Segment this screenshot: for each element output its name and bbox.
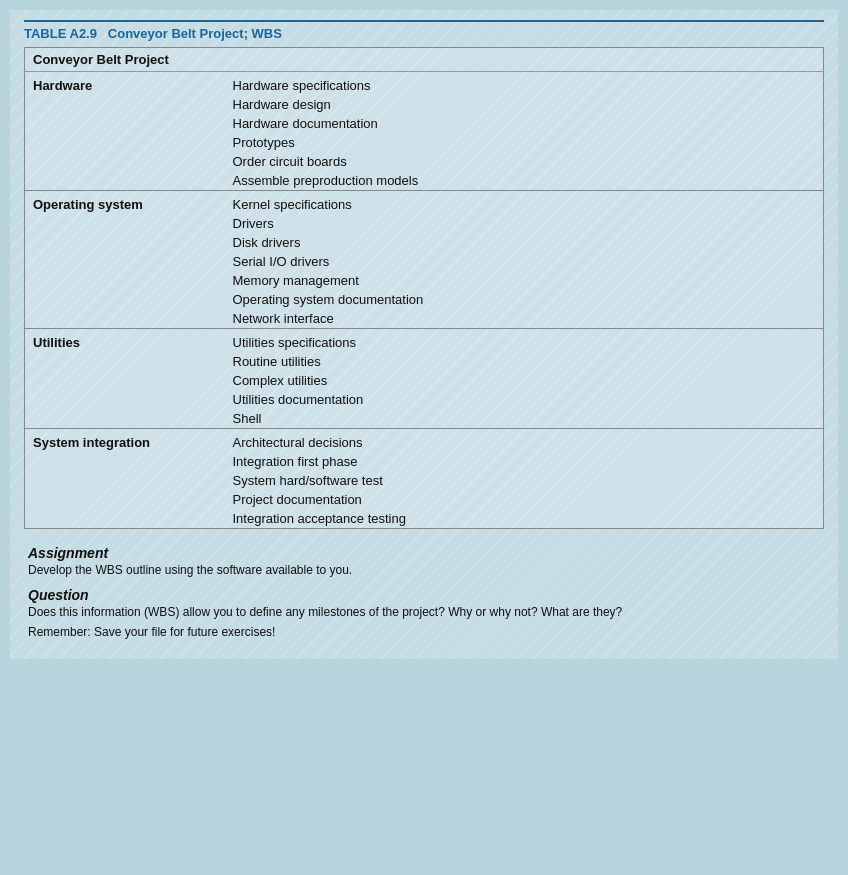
category-cell [25,214,225,233]
table-id: TABLE A2.9 [24,26,97,41]
table-row: Prototypes [25,133,824,152]
category-cell [25,509,225,529]
item-cell: Serial I/O drivers [225,252,824,271]
category-cell: Hardware [25,72,225,95]
table-row: Routine utilities [25,352,824,371]
item-cell: Memory management [225,271,824,290]
table-row: Order circuit boards [25,152,824,171]
category-cell [25,390,225,409]
table-row: HardwareHardware specifications [25,72,824,95]
category-cell [25,95,225,114]
category-cell [25,290,225,309]
category-cell [25,409,225,429]
item-cell: Prototypes [225,133,824,152]
item-cell: System hard/software test [225,471,824,490]
page-container: TABLE A2.9 Conveyor Belt Project; WBS Co… [10,10,838,659]
table-row: Assemble preproduction models [25,171,824,191]
category-cell [25,133,225,152]
item-cell: Hardware documentation [225,114,824,133]
item-cell: Network interface [225,309,824,329]
table-row: Hardware documentation [25,114,824,133]
category-cell: Operating system [25,191,225,214]
item-cell: Disk drivers [225,233,824,252]
table-row: Disk drivers [25,233,824,252]
table-row: Memory management [25,271,824,290]
project-title-row: Conveyor Belt Project [25,48,824,72]
section-table-3: System integrationArchitectural decision… [24,429,824,529]
item-cell: Drivers [225,214,824,233]
table-row: Hardware design [25,95,824,114]
table-row: Drivers [25,214,824,233]
assignment-text: Develop the WBS outline using the softwa… [28,563,820,577]
table-title: TABLE A2.9 Conveyor Belt Project; WBS [24,20,824,41]
section-table-1: Operating systemKernel specificationsDri… [24,191,824,329]
table-row: Integration first phase [25,452,824,471]
table-row: Serial I/O drivers [25,252,824,271]
item-cell: Routine utilities [225,352,824,371]
project-title: Conveyor Belt Project [25,48,824,72]
table-row: System integrationArchitectural decision… [25,429,824,452]
item-cell: Integration first phase [225,452,824,471]
category-cell [25,114,225,133]
item-cell: Project documentation [225,490,824,509]
assignment-section: Assignment Develop the WBS outline using… [24,545,824,639]
table-row: Operating system documentation [25,290,824,309]
category-cell [25,252,225,271]
item-cell: Utilities specifications [225,329,824,352]
category-cell [25,452,225,471]
question-text: Does this information (WBS) allow you to… [28,605,820,619]
category-cell: Utilities [25,329,225,352]
table-row: Network interface [25,309,824,329]
category-cell [25,309,225,329]
category-cell [25,271,225,290]
table-row: Project documentation [25,490,824,509]
item-cell: Utilities documentation [225,390,824,409]
item-cell: Order circuit boards [225,152,824,171]
category-cell [25,171,225,191]
table-row: Complex utilities [25,371,824,390]
item-cell: Assemble preproduction models [225,171,824,191]
category-cell [25,490,225,509]
category-cell [25,471,225,490]
table-subtitle: Conveyor Belt Project; WBS [108,26,282,41]
item-cell: Integration acceptance testing [225,509,824,529]
category-cell: System integration [25,429,225,452]
item-cell: Hardware specifications [225,72,824,95]
table-row: Utilities documentation [25,390,824,409]
category-cell [25,152,225,171]
item-cell: Architectural decisions [225,429,824,452]
table-row: Integration acceptance testing [25,509,824,529]
wbs-table: Conveyor Belt Project [24,47,824,72]
item-cell: Operating system documentation [225,290,824,309]
assignment-title: Assignment [28,545,820,561]
remember-text: Remember: Save your file for future exer… [28,625,820,639]
table-row: UtilitiesUtilities specifications [25,329,824,352]
category-cell [25,352,225,371]
section-table-2: UtilitiesUtilities specificationsRoutine… [24,329,824,429]
question-title: Question [28,587,820,603]
item-cell: Shell [225,409,824,429]
table-row: System hard/software test [25,471,824,490]
section-table-0: HardwareHardware specificationsHardware … [24,72,824,191]
item-cell: Complex utilities [225,371,824,390]
category-cell [25,371,225,390]
table-row: Operating systemKernel specifications [25,191,824,214]
category-cell [25,233,225,252]
table-row: Shell [25,409,824,429]
item-cell: Kernel specifications [225,191,824,214]
item-cell: Hardware design [225,95,824,114]
